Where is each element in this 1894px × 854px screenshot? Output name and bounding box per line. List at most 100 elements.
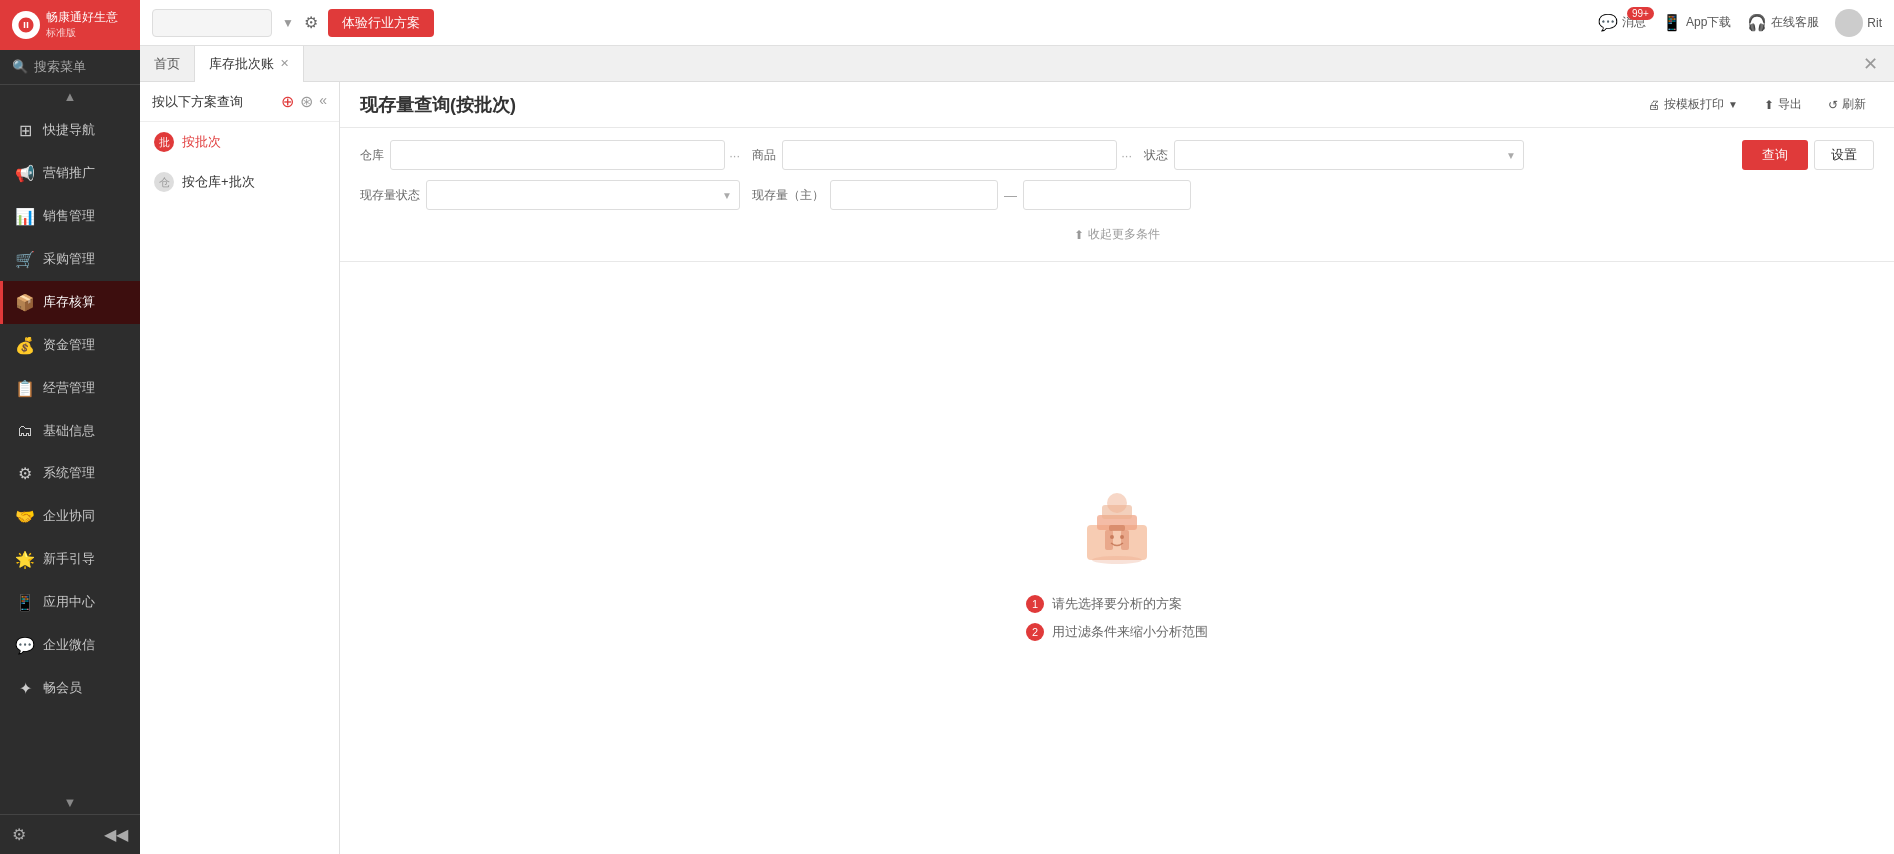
svg-point-3 bbox=[1107, 493, 1127, 513]
print-template-btn[interactable]: 🖨 按模板打印 ▼ bbox=[1640, 92, 1746, 117]
page-title: 现存量查询(按批次) bbox=[360, 93, 516, 117]
online-service-group[interactable]: 🎧 在线客服 bbox=[1747, 13, 1819, 32]
refresh-btn[interactable]: ↺ 刷新 bbox=[1820, 92, 1874, 117]
purchase-icon: 🛒 bbox=[15, 250, 35, 269]
wechat-icon: 💬 bbox=[15, 636, 35, 655]
sidebar-item-label: 企业微信 bbox=[43, 636, 95, 654]
export-btn[interactable]: ⬆ 导出 bbox=[1756, 92, 1810, 117]
sidebar-item-member[interactable]: ✦ 畅会员 bbox=[0, 667, 140, 710]
settings-button[interactable]: 设置 bbox=[1814, 140, 1874, 170]
sidebar-item-enterprise[interactable]: 🤝 企业协同 bbox=[0, 495, 140, 538]
trial-button[interactable]: 体验行业方案 bbox=[328, 9, 434, 37]
left-panel-title: 按以下方案查询 bbox=[152, 93, 243, 111]
sidebar-item-label: 资金管理 bbox=[43, 336, 95, 354]
avatar bbox=[1835, 9, 1863, 37]
filter-row-1: 仓库 ··· 商品 ··· 状态 bbox=[360, 140, 1874, 170]
search-label: 搜索菜单 bbox=[34, 58, 86, 76]
inventory-status-label: 现存量状态 bbox=[360, 187, 420, 204]
plan-by-batch[interactable]: 批 按批次 bbox=[140, 122, 339, 162]
sidebar-item-system[interactable]: ⚙ 系统管理 bbox=[0, 452, 140, 495]
status-filter: 状态 正常 停用 ▼ bbox=[1144, 140, 1524, 170]
sidebar-item-label: 营销推广 bbox=[43, 164, 95, 182]
sidebar-item-marketing[interactable]: 📢 营销推广 bbox=[0, 152, 140, 195]
sidebar-item-guide[interactable]: 🌟 新手引导 bbox=[0, 538, 140, 581]
topbar-search-input[interactable] bbox=[161, 16, 241, 30]
app-download-label: App下载 bbox=[1686, 14, 1731, 31]
sidebar-item-purchase[interactable]: 🛒 采购管理 bbox=[0, 238, 140, 281]
app-logo: 畅康通好生意 标准版 bbox=[0, 0, 140, 50]
sidebar-item-quick-nav[interactable]: ⊞ 快捷导航 bbox=[0, 109, 140, 152]
tip-text-1: 请先选择要分析的方案 bbox=[1052, 595, 1182, 613]
collapse-more-btn[interactable]: ⬆ 收起更多条件 bbox=[360, 220, 1874, 249]
sidebar-nav: ⊞ 快捷导航 📢 营销推广 📊 销售管理 🛒 采购管理 📦 库存核算 💰 资金管… bbox=[0, 109, 140, 790]
settings-plan-icon[interactable]: ⊛ bbox=[300, 92, 313, 111]
inventory-qty-label: 现存量（主） bbox=[752, 187, 824, 204]
collapse-icon[interactable]: ◀◀ bbox=[104, 825, 128, 844]
sidebar-scroll-up[interactable]: ▲ bbox=[0, 85, 140, 109]
sidebar-item-basic[interactable]: 🗂 基础信息 bbox=[0, 410, 140, 452]
filter-actions: 查询 设置 bbox=[1742, 140, 1874, 170]
inventory-qty-separator: — bbox=[1004, 188, 1017, 203]
inventory-status-select[interactable]: 有库存 无库存 全部 bbox=[426, 180, 740, 210]
tip-num-2: 2 bbox=[1026, 623, 1044, 641]
refresh-label: 刷新 bbox=[1842, 96, 1866, 113]
sidebar-search[interactable]: 🔍 搜索菜单 bbox=[0, 50, 140, 85]
sidebar-item-appstore[interactable]: 📱 应用中心 bbox=[0, 581, 140, 624]
svg-rect-6 bbox=[1121, 530, 1129, 550]
topbar-close-icon[interactable]: ✕ bbox=[1855, 49, 1886, 79]
sidebar-item-finance[interactable]: 💰 资金管理 bbox=[0, 324, 140, 367]
sidebar-item-wechat[interactable]: 💬 企业微信 bbox=[0, 624, 140, 667]
page-header-actions: 🖨 按模板打印 ▼ ⬆ 导出 ↺ 刷新 bbox=[1640, 92, 1874, 117]
warehouse-input[interactable] bbox=[390, 140, 725, 170]
app-version: 标准版 bbox=[46, 26, 118, 40]
topbar-right: 💬 消息 99+ 📱 App下载 🎧 在线客服 Rit bbox=[1598, 9, 1882, 37]
settings-icon[interactable]: ⚙ bbox=[12, 825, 26, 844]
sidebar: 畅康通好生意 标准版 🔍 搜索菜单 ▲ ⊞ 快捷导航 📢 营销推广 📊 销售管理… bbox=[0, 0, 140, 854]
tab-inventory-batch[interactable]: 库存批次账 ✕ bbox=[195, 46, 304, 82]
tab-home-label: 首页 bbox=[154, 55, 180, 73]
topbar-gear-icon[interactable]: ⚙ bbox=[300, 9, 322, 36]
user-group[interactable]: Rit bbox=[1835, 9, 1882, 37]
plan-wh-batch-icon: 仓 bbox=[154, 172, 174, 192]
warehouse-label: 仓库 bbox=[360, 147, 384, 164]
print-label: 按模板打印 bbox=[1664, 96, 1724, 113]
warehouse-more-icon[interactable]: ··· bbox=[729, 148, 740, 163]
system-icon: ⚙ bbox=[15, 464, 35, 483]
sidebar-scroll-down[interactable]: ▼ bbox=[0, 790, 140, 814]
product-filter: 商品 ··· bbox=[752, 140, 1132, 170]
left-panel-icons: ⊕ ⊛ « bbox=[281, 92, 327, 111]
add-plan-icon[interactable]: ⊕ bbox=[281, 92, 294, 111]
inventory-qty-from[interactable] bbox=[830, 180, 998, 210]
content-area: 按以下方案查询 ⊕ ⊛ « 批 按批次 仓 按仓库+批次 现存量查询(按批次) bbox=[140, 82, 1894, 854]
messages-badge: 99+ bbox=[1627, 7, 1654, 20]
inventory-qty-to[interactable] bbox=[1023, 180, 1191, 210]
empty-state: 1 请先选择要分析的方案 2 用过滤条件来缩小分析范围 bbox=[340, 262, 1894, 854]
topbar-chevron-icon[interactable]: ▼ bbox=[282, 16, 294, 30]
status-select[interactable]: 正常 停用 bbox=[1174, 140, 1524, 170]
svg-rect-5 bbox=[1105, 530, 1113, 550]
sidebar-item-label: 基础信息 bbox=[43, 422, 95, 440]
app-download-group[interactable]: 📱 App下载 bbox=[1662, 13, 1731, 32]
sidebar-item-inventory[interactable]: 📦 库存核算 bbox=[0, 281, 140, 324]
messages-group[interactable]: 💬 消息 99+ bbox=[1598, 13, 1646, 32]
product-more-icon[interactable]: ··· bbox=[1121, 148, 1132, 163]
collapse-panel-icon[interactable]: « bbox=[319, 92, 327, 111]
query-button[interactable]: 查询 bbox=[1742, 140, 1808, 170]
print-chevron-icon: ▼ bbox=[1728, 99, 1738, 110]
page-header: 现存量查询(按批次) 🖨 按模板打印 ▼ ⬆ 导出 ↺ 刷新 bbox=[340, 82, 1894, 128]
svg-point-8 bbox=[1110, 535, 1114, 539]
sidebar-item-sales[interactable]: 📊 销售管理 bbox=[0, 195, 140, 238]
plan-batch-icon: 批 bbox=[154, 132, 174, 152]
sidebar-item-label: 快捷导航 bbox=[43, 121, 95, 139]
tab-home[interactable]: 首页 bbox=[140, 46, 195, 82]
empty-tips: 1 请先选择要分析的方案 2 用过滤条件来缩小分析范围 bbox=[1026, 595, 1208, 641]
empty-tip-1: 1 请先选择要分析的方案 bbox=[1026, 595, 1208, 613]
sidebar-item-operations[interactable]: 📋 经营管理 bbox=[0, 367, 140, 410]
tab-close-icon[interactable]: ✕ bbox=[280, 57, 289, 70]
inventory-qty-filter: 现存量（主） — bbox=[752, 180, 1132, 210]
member-icon: ✦ bbox=[15, 679, 35, 698]
right-panel: 现存量查询(按批次) 🖨 按模板打印 ▼ ⬆ 导出 ↺ 刷新 bbox=[340, 82, 1894, 854]
product-input[interactable] bbox=[782, 140, 1117, 170]
plan-by-warehouse-batch[interactable]: 仓 按仓库+批次 bbox=[140, 162, 339, 202]
online-service-label: 在线客服 bbox=[1771, 14, 1819, 31]
